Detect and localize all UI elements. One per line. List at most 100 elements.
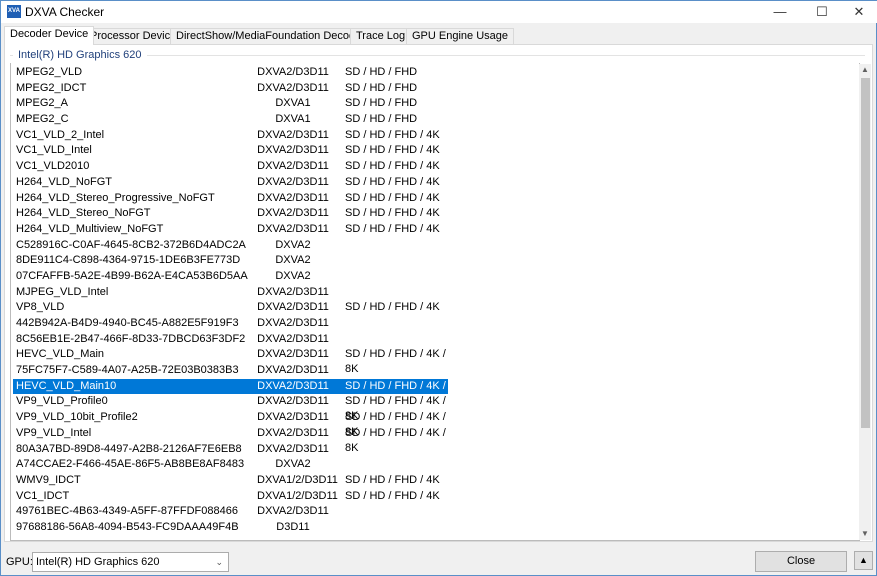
decoder-name: MPEG2_IDCT	[16, 81, 87, 94]
decoder-name: VC1_IDCT	[16, 489, 70, 502]
maximize-button[interactable]: ☐	[807, 1, 837, 23]
scrollbar-thumb[interactable]	[861, 78, 870, 428]
decoder-api: DXVA2/D3D11	[257, 332, 329, 345]
decoder-name: 97688186-56A8-4094-B543-FC9DAAA49F4B	[16, 521, 239, 533]
decoder-name: VC1_VLD2010	[16, 160, 90, 173]
list-item[interactable]: C528916C-C0AF-4645-8CB2-372B6D4ADC2A DXVA…	[13, 238, 448, 253]
tab-processor-device[interactable]: Processor Device	[84, 28, 183, 45]
app-icon: XVA	[7, 5, 21, 18]
list-item[interactable]: VC1_VLD_Intel DXVA2/D3D11 SD / HD / FHD / …	[13, 143, 448, 158]
decoder-api: DXVA2/D3D11	[257, 505, 329, 518]
list-item[interactable]: MPEG2_IDCT DXVA2/D3D11 SD / HD / FHD	[13, 81, 448, 96]
decoder-api: DXVA2/D3D11	[257, 379, 329, 392]
list-item[interactable]: 75FC75F7-C589-4A07-A25B-72E03B0383B3 DXVA…	[13, 363, 448, 378]
list-item[interactable]: H264_VLD_Stereo_NoFGT DXVA2/D3D11 SD / HD …	[13, 206, 448, 221]
scrollbar[interactable]: ▲ ▼	[859, 64, 871, 540]
list-item[interactable]: VC1_VLD_2_Intel DXVA2/D3D11 SD / HD / FHD …	[13, 128, 448, 143]
gpu-label: GPU:	[6, 556, 33, 568]
decoder-name: C528916C-C0AF-4645-8CB2-372B6D4ADC2A	[16, 238, 246, 251]
tab-trace-log[interactable]: Trace Log	[350, 28, 412, 45]
list-item[interactable]: MPEG2_C DXVA1 SD / HD / FHD	[13, 112, 448, 127]
decoder-api: DXVA2/D3D11	[257, 128, 329, 141]
decoder-api: DXVA2/D3D11	[257, 191, 329, 204]
decoder-name: 80A3A7BD-89D8-4497-A2B8-2126AF7E6EB8	[16, 442, 242, 455]
list-item[interactable]: H264_VLD_Stereo_Progressive_NoFGT DXVA2/D…	[13, 191, 448, 206]
decoder-api: DXVA2/D3D11	[257, 426, 329, 439]
decoder-name: VP9_VLD_Profile0	[16, 395, 108, 408]
decoder-name: H264_VLD_Multiview_NoFGT	[16, 222, 164, 235]
decoder-name: A74CCAE2-F466-45AE-86F5-AB8BE8AF8483	[16, 458, 245, 471]
gpu-select-value: Intel(R) HD Graphics 620	[36, 556, 160, 568]
arrow-up-icon: ▲	[859, 555, 868, 565]
list-item[interactable]: VC1_IDCT DXVA1/2/D3D11 SD / HD / FHD / 4K	[13, 489, 448, 504]
decoder-api: DXVA1/2/D3D11	[257, 489, 338, 502]
list-item[interactable]: 97688186-56A8-4094-B543-FC9DAAA49F4B D3D1…	[13, 520, 448, 535]
tab-gpu-engine-usage[interactable]: GPU Engine Usage	[406, 28, 514, 45]
list-item[interactable]: VP8_VLD DXVA2/D3D11 SD / HD / FHD / 4K	[13, 300, 448, 315]
decoder-resolutions: SD / HD / FHD / 4K	[345, 191, 440, 204]
list-item[interactable]: 8DE911C4-C898-4364-9715-1DE6B3FE773D DXVA…	[13, 253, 448, 268]
minimize-button[interactable]: —	[765, 1, 795, 23]
decoder-api: DXVA2	[275, 458, 311, 471]
decoder-api: DXVA2/D3D11	[257, 222, 329, 235]
decoder-resolutions: SD / HD / FHD / 4K	[345, 301, 440, 314]
list-item[interactable]: MPEG2_A DXVA1 SD / HD / FHD	[13, 96, 448, 111]
decoder-api: DXVA2	[275, 238, 311, 251]
window-title: DXVA Checker	[25, 5, 105, 19]
tab-directshow-mediafoundation-decoder[interactable]: DirectShow/MediaFoundation Decoder	[170, 28, 371, 45]
decoder-name: VP9_VLD_Intel	[16, 426, 92, 439]
decoder-api: DXVA1	[275, 113, 311, 126]
list-item[interactable]: MJPEG_VLD_Intel DXVA2/D3D11	[13, 285, 448, 300]
decoder-name: HEVC_VLD_Main10	[16, 379, 117, 392]
decoder-api: DXVA2/D3D11	[257, 301, 329, 314]
decoder-name: 8C56EB1E-2B47-466F-8D33-7DBCD63F3DF2	[16, 332, 246, 345]
close-button[interactable]: Close	[755, 551, 847, 572]
list-item[interactable]: VC1_VLD2010 DXVA2/D3D11 SD / HD / FHD / 4K	[13, 159, 448, 174]
decoder-api: DXVA2	[275, 269, 311, 282]
scroll-up-icon[interactable]: ▲	[859, 64, 871, 76]
list-item[interactable]: VP9_VLD_10bit_Profile2 DXVA2/D3D11 SD / HD…	[13, 410, 448, 438]
decoder-name: VC1_VLD_2_Intel	[16, 128, 105, 141]
list-item[interactable]: 80A3A7BD-89D8-4497-A2B8-2126AF7E6EB8 DXVA…	[13, 442, 448, 457]
decoder-resolutions: SD / HD / FHD / 4K	[345, 175, 440, 188]
decoder-name: 442B942A-B4D9-4940-BC45-A882E5F919F3	[16, 317, 239, 330]
expand-up-button[interactable]: ▲	[854, 551, 873, 570]
list-item[interactable]: HEVC_VLD_Main10 DXVA2/D3D11 SD / HD / FHD …	[13, 378, 448, 407]
tab-decoder-device[interactable]: Decoder Device	[4, 26, 95, 45]
decoder-api: DXVA2/D3D11	[257, 348, 329, 361]
list-item[interactable]: A74CCAE2-F466-45AE-86F5-AB8BE8AF8483 DXVA…	[13, 457, 448, 472]
decoder-name: MPEG2_A	[16, 97, 68, 110]
decoder-api: DXVA2/D3D11	[257, 207, 329, 220]
list-item[interactable]: VP9_VLD_Intel DXVA2/D3D11 SD / HD / FHD / …	[13, 426, 448, 454]
list-item[interactable]: 442B942A-B4D9-4940-BC45-A882E5F919F3 DXVA…	[13, 316, 448, 331]
decoder-api: DXVA2/D3D11	[257, 317, 329, 330]
gpu-select[interactable]: Intel(R) HD Graphics 620 ⌄	[32, 552, 229, 572]
scroll-down-icon[interactable]: ▼	[859, 528, 871, 540]
decoder-resolutions: SD / HD / FHD / 4K	[345, 160, 440, 173]
decoder-panel: Intel(R) HD Graphics 620 MPEG2_VLD DXVA2/…	[4, 44, 873, 542]
list-item[interactable]: 8C56EB1E-2B47-466F-8D33-7DBCD63F3DF2 DXVA…	[13, 332, 448, 347]
decoder-api: DXVA2/D3D11	[257, 442, 329, 455]
group-title: Intel(R) HD Graphics 620	[13, 49, 147, 61]
decoder-list[interactable]: MPEG2_VLD DXVA2/D3D11 SD / HD / FHD MPEG2_I…	[10, 63, 860, 541]
decoder-name: 49761BEC-4B63-4349-A5FF-87FFDF088466	[16, 505, 238, 518]
decoder-name: H264_VLD_Stereo_NoFGT	[16, 207, 151, 220]
list-item[interactable]: 49761BEC-4B63-4349-A5FF-87FFDF088466 DXVA…	[13, 504, 448, 519]
close-window-button[interactable]: ✕	[844, 1, 874, 23]
list-item[interactable]: H264_VLD_NoFGT DXVA2/D3D11 SD / HD / FHD /…	[13, 175, 448, 190]
decoder-api: DXVA2/D3D11	[257, 285, 329, 298]
decoder-api: DXVA2/D3D11	[257, 395, 329, 408]
decoder-resolutions: SD / HD / FHD	[345, 81, 418, 94]
decoder-name: WMV9_IDCT	[16, 473, 81, 486]
list-item[interactable]: WMV9_IDCT DXVA1/2/D3D11 SD / HD / FHD / 4K	[13, 473, 448, 488]
list-item[interactable]: VP9_VLD_Profile0 DXVA2/D3D11 SD / HD / FHD…	[13, 394, 448, 422]
list-item[interactable]: MPEG2_VLD DXVA2/D3D11 SD / HD / FHD	[13, 65, 448, 80]
list-item[interactable]: H264_VLD_Multiview_NoFGT DXVA2/D3D11 SD / …	[13, 222, 448, 237]
decoder-api: DXVA1/2/D3D11	[257, 473, 338, 486]
decoder-resolutions: SD / HD / FHD / 4K	[345, 207, 440, 220]
decoder-name: HEVC_VLD_Main	[16, 348, 105, 361]
list-item[interactable]: HEVC_VLD_Main DXVA2/D3D11 SD / HD / FHD / …	[13, 347, 448, 375]
decoder-name: H264_VLD_NoFGT	[16, 175, 112, 188]
list-item[interactable]: 07CFAFFB-5A2E-4B99-B62A-E4CA53B6D5AA DXVA…	[13, 269, 448, 284]
decoder-api: DXVA2/D3D11	[257, 66, 329, 78]
